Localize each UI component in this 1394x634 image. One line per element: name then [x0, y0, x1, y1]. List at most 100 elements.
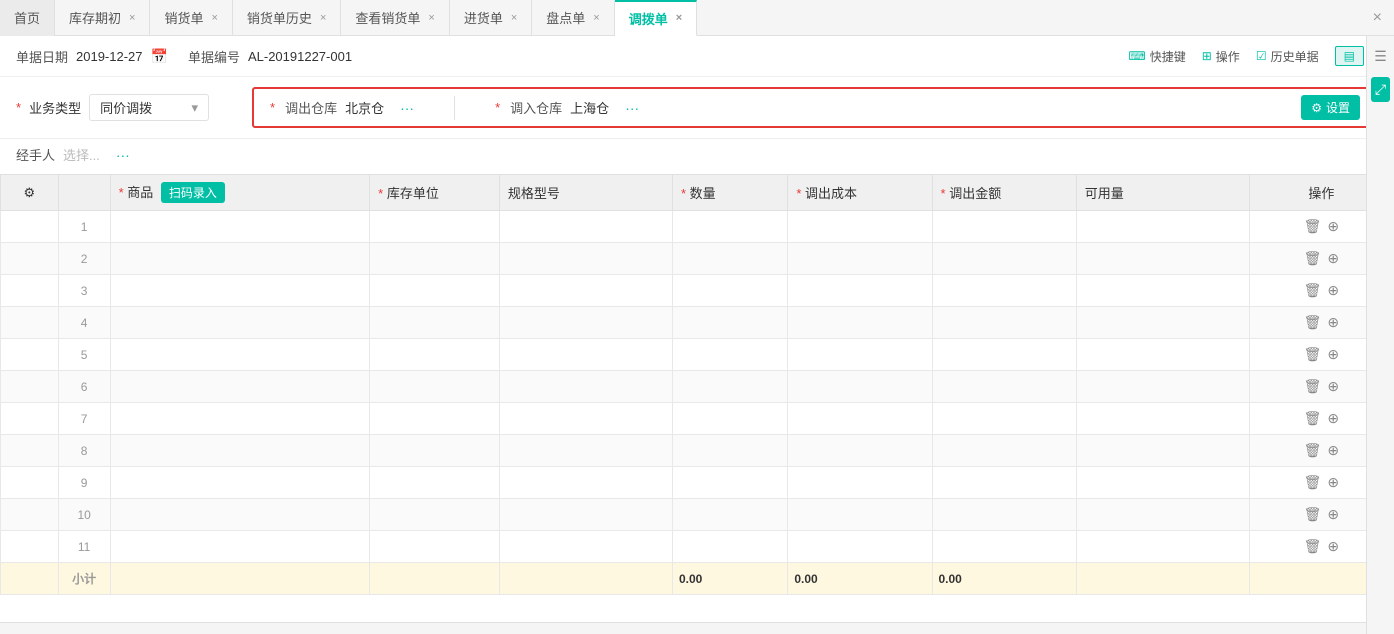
layout1-button[interactable]: ▤	[1335, 46, 1364, 66]
delete-icon[interactable]: 🗑	[1304, 442, 1322, 459]
unit-cell[interactable]	[370, 499, 500, 531]
product-cell[interactable]	[110, 467, 370, 499]
spec-cell[interactable]	[499, 371, 672, 403]
tab-sales-order[interactable]: 销货单 ×	[150, 0, 232, 36]
qty-cell[interactable]	[672, 211, 787, 243]
available-cell[interactable]	[1076, 339, 1249, 371]
operation-button[interactable]: ⊞ 操作	[1202, 48, 1240, 65]
scan-button[interactable]: 扫码录入	[161, 182, 225, 203]
delete-icon[interactable]: 🗑	[1304, 346, 1322, 363]
delete-icon[interactable]: 🗑	[1304, 410, 1322, 427]
amount-cell[interactable]	[932, 339, 1076, 371]
spec-cell[interactable]	[499, 499, 672, 531]
available-cell[interactable]	[1076, 435, 1249, 467]
available-cell[interactable]	[1076, 243, 1249, 275]
spec-cell[interactable]	[499, 243, 672, 275]
person-input[interactable]: 选择...	[63, 145, 100, 164]
qty-cell[interactable]	[672, 243, 787, 275]
qty-cell[interactable]	[672, 339, 787, 371]
close-icon[interactable]: ×	[211, 12, 217, 24]
available-cell[interactable]	[1076, 211, 1249, 243]
qty-cell[interactable]	[672, 499, 787, 531]
copy-icon[interactable]: ⊕	[1327, 282, 1339, 299]
amount-cell[interactable]	[932, 211, 1076, 243]
qty-cell[interactable]	[672, 275, 787, 307]
spec-cell[interactable]	[499, 403, 672, 435]
available-cell[interactable]	[1076, 371, 1249, 403]
available-cell[interactable]	[1076, 403, 1249, 435]
tab-purchase[interactable]: 进货单 ×	[450, 0, 532, 36]
product-cell[interactable]	[110, 307, 370, 339]
cost-cell[interactable]	[788, 371, 932, 403]
qty-cell[interactable]	[672, 371, 787, 403]
spec-cell[interactable]	[499, 275, 672, 307]
unit-cell[interactable]	[370, 531, 500, 563]
copy-icon[interactable]: ⊕	[1327, 250, 1339, 267]
unit-cell[interactable]	[370, 339, 500, 371]
amount-cell[interactable]	[932, 371, 1076, 403]
cost-cell[interactable]	[788, 211, 932, 243]
product-cell[interactable]	[110, 275, 370, 307]
cost-cell[interactable]	[788, 339, 932, 371]
in-warehouse-more[interactable]: ···	[625, 100, 639, 116]
copy-icon[interactable]: ⊕	[1327, 218, 1339, 235]
history-button[interactable]: ☑ 历史单据	[1256, 48, 1319, 65]
tab-inventory-init[interactable]: 库存期初 ×	[55, 0, 150, 36]
business-type-select[interactable]: 同价调拨 ▾	[89, 94, 209, 121]
copy-icon[interactable]: ⊕	[1327, 410, 1339, 427]
tab-inventory-check[interactable]: 盘点单 ×	[532, 0, 614, 36]
cost-cell[interactable]	[788, 499, 932, 531]
calendar-icon[interactable]: 📅	[151, 48, 168, 65]
unit-cell[interactable]	[370, 243, 500, 275]
copy-icon[interactable]: ⊕	[1327, 346, 1339, 363]
product-cell[interactable]	[110, 531, 370, 563]
tab-transfer[interactable]: 调拨单 ×	[615, 0, 697, 36]
unit-cell[interactable]	[370, 307, 500, 339]
qty-cell[interactable]	[672, 403, 787, 435]
spec-cell[interactable]	[499, 467, 672, 499]
available-cell[interactable]	[1076, 531, 1249, 563]
available-cell[interactable]	[1076, 499, 1249, 531]
delete-icon[interactable]: 🗑	[1304, 506, 1322, 523]
delete-icon[interactable]: 🗑	[1304, 538, 1322, 555]
product-cell[interactable]	[110, 371, 370, 403]
unit-cell[interactable]	[370, 435, 500, 467]
tab-home[interactable]: 首页	[0, 0, 55, 36]
amount-cell[interactable]	[932, 403, 1076, 435]
copy-icon[interactable]: ⊕	[1327, 538, 1339, 555]
tab-sales-history[interactable]: 销货单历史 ×	[233, 0, 341, 36]
delete-icon[interactable]: 🗑	[1304, 474, 1322, 491]
unit-cell[interactable]	[370, 403, 500, 435]
spec-cell[interactable]	[499, 307, 672, 339]
sidebar-expand-icon[interactable]: ⤢	[1371, 77, 1390, 102]
product-cell[interactable]	[110, 211, 370, 243]
settings-button[interactable]: ⚙ 设置	[1301, 95, 1360, 120]
product-cell[interactable]	[110, 435, 370, 467]
copy-icon[interactable]: ⊕	[1327, 474, 1339, 491]
amount-cell[interactable]	[932, 435, 1076, 467]
qty-cell[interactable]	[672, 435, 787, 467]
available-cell[interactable]	[1076, 275, 1249, 307]
cost-cell[interactable]	[788, 275, 932, 307]
copy-icon[interactable]: ⊕	[1327, 506, 1339, 523]
close-icon[interactable]: ×	[320, 12, 326, 24]
unit-cell[interactable]	[370, 211, 500, 243]
close-icon[interactable]: ×	[428, 12, 434, 24]
spec-cell[interactable]	[499, 435, 672, 467]
unit-cell[interactable]	[370, 275, 500, 307]
spec-cell[interactable]	[499, 531, 672, 563]
copy-icon[interactable]: ⊕	[1327, 378, 1339, 395]
th-gear[interactable]: ⚙	[1, 175, 59, 211]
unit-cell[interactable]	[370, 467, 500, 499]
out-warehouse-more[interactable]: ···	[400, 100, 414, 116]
close-icon[interactable]: ×	[129, 12, 135, 24]
sidebar-list-icon[interactable]: ☰	[1374, 48, 1387, 65]
product-cell[interactable]	[110, 403, 370, 435]
amount-cell[interactable]	[932, 243, 1076, 275]
tab-view-sales[interactable]: 查看销货单 ×	[341, 0, 449, 36]
product-cell[interactable]	[110, 243, 370, 275]
close-icon[interactable]: ×	[593, 12, 599, 24]
cost-cell[interactable]	[788, 467, 932, 499]
delete-icon[interactable]: 🗑	[1304, 314, 1322, 331]
amount-cell[interactable]	[932, 275, 1076, 307]
